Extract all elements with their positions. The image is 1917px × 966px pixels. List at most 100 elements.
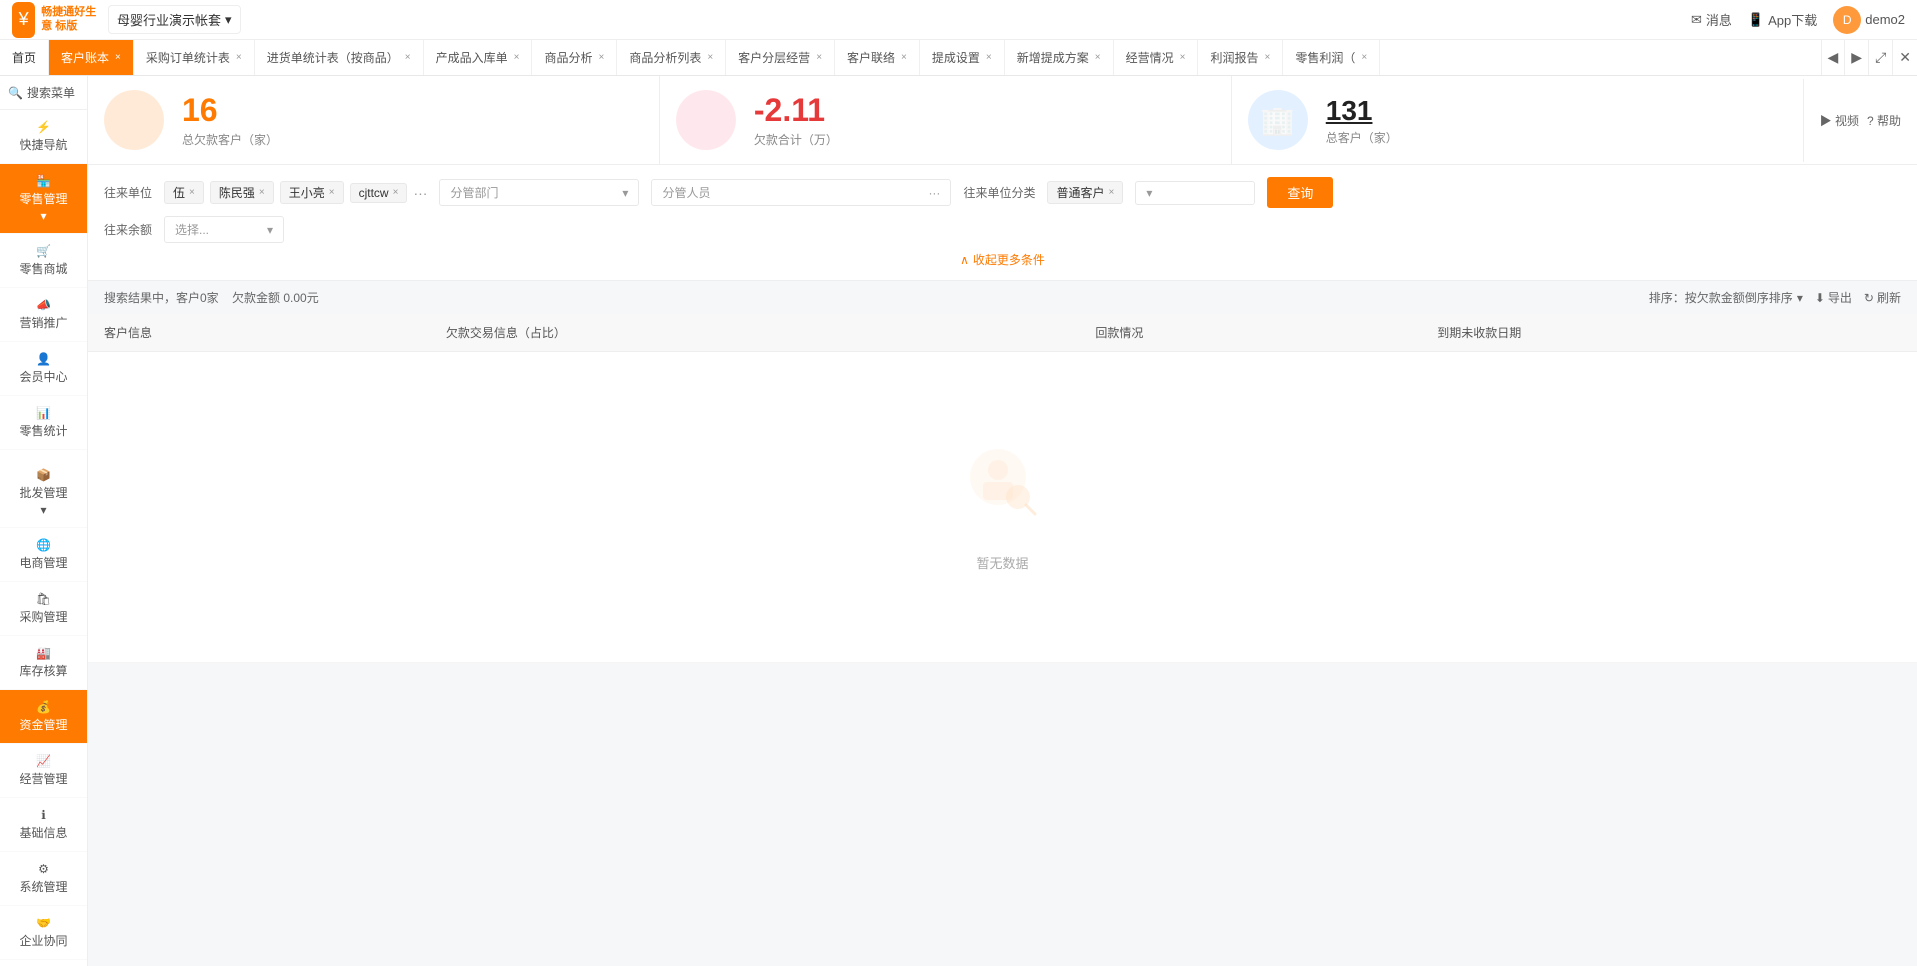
sidebar-item-operations-mgmt[interactable]: 📈 经营管理 [0, 744, 87, 798]
refresh-btn[interactable]: ↻ 刷新 [1864, 289, 1901, 306]
tab-retail-profit[interactable]: 零售利润（ × [1283, 40, 1380, 76]
close-icon[interactable]: × [986, 52, 992, 63]
nav-close-all-btn[interactable]: ✕ [1892, 40, 1917, 76]
messages-btn[interactable]: ✉ 消息 [1691, 10, 1732, 29]
operations-label: 经营情况 [1126, 49, 1174, 66]
filter-tag-wu[interactable]: 伍 × [164, 181, 204, 204]
tab-inbound-stats[interactable]: 进货单统计表（按商品） × [255, 40, 424, 76]
chevron-down-icon: ▾ [267, 223, 273, 237]
sidebar-item-ecommerce[interactable]: 🌐 电商管理 [0, 528, 87, 582]
retail-profit-label: 零售利润（ [1295, 49, 1355, 66]
close-icon[interactable]: × [816, 52, 822, 63]
query-btn[interactable]: 查询 [1267, 177, 1333, 208]
customer-book-label: 客户账本 [61, 49, 109, 66]
person-selector[interactable]: 分管人员 ··· [651, 179, 951, 206]
help-btn[interactable]: ? 帮助 [1867, 112, 1901, 129]
stat-number-total: 131 [1326, 95, 1398, 127]
sidebar-item-system[interactable]: ⚙ 系统管理 [0, 852, 87, 906]
close-icon[interactable]: × [1361, 52, 1367, 63]
sidebar-item-batch-mgmt[interactable]: 📦 批发管理 ▾ [0, 458, 87, 528]
tab-new-raise-plan[interactable]: 新增提成方案 × [1005, 40, 1114, 76]
tab-customer-contact[interactable]: 客户联络 × [835, 40, 920, 76]
stat-icon-total: 🏢 [1248, 90, 1308, 150]
tab-customer-book[interactable]: 客户账本 × [49, 40, 134, 76]
tab-product-inbound[interactable]: 产成品入库单 × [424, 40, 533, 76]
sidebar-item-enterprise-collab[interactable]: 🤝 企业协同 [0, 906, 87, 960]
more-tags-btn[interactable]: ··· [413, 185, 427, 201]
close-icon[interactable]: × [514, 52, 520, 63]
close-icon[interactable]: × [329, 187, 335, 198]
category-dropdown[interactable]: ▾ [1135, 181, 1255, 205]
close-icon[interactable]: × [1095, 52, 1101, 63]
store-selector[interactable]: 母婴行业演示帐套 ▾ [108, 5, 241, 34]
nav-next-btn[interactable]: ▶ [1844, 40, 1868, 76]
tab-purchase-stats[interactable]: 采购订单统计表 × [134, 40, 255, 76]
app-download-btn[interactable]: 📱 App下载 [1748, 10, 1817, 29]
sidebar-item-retail-mgmt[interactable]: 🏪 零售管理 ▾ [0, 164, 87, 234]
stat-icon-debt: ◇ [676, 90, 736, 150]
table-header-row: 客户信息 欠款交易信息（占比） 回款情况 到期未收款日期 [88, 314, 1917, 352]
close-icon[interactable]: × [189, 187, 195, 198]
close-icon[interactable]: × [598, 52, 604, 63]
close-icon[interactable]: × [1180, 52, 1186, 63]
sidebar-search[interactable]: 🔍 搜索菜单 [0, 76, 87, 110]
person-label: 分管人员 [662, 184, 710, 201]
filter-tag-chen[interactable]: 陈民强 × [210, 181, 274, 204]
close-icon[interactable]: × [1108, 187, 1114, 198]
tab-operations[interactable]: 经营情况 × [1114, 40, 1199, 76]
stat-card-customers: ¥ 16 总欠款客户（家） [88, 76, 660, 164]
close-icon[interactable]: × [236, 52, 242, 63]
export-btn[interactable]: ⬇ 导出 [1815, 289, 1852, 306]
tab-home[interactable]: 首页 [0, 40, 49, 76]
sidebar-item-label: 零售统计 [19, 422, 67, 439]
sidebar-item-member[interactable]: 👤 会员中心 [0, 342, 87, 396]
stat-icon-customers: ¥ [104, 90, 164, 150]
close-icon[interactable]: × [707, 52, 713, 63]
refresh-label: 刷新 [1877, 289, 1901, 306]
sidebar-item-marketing[interactable]: 📣 营销推广 [0, 288, 87, 342]
tab-raise-settings[interactable]: 提成设置 × [920, 40, 1005, 76]
sidebar-item-purchase[interactable]: 🛍 采购管理 [0, 582, 87, 636]
collapse-btn[interactable]: ∧ 收起更多条件 [104, 251, 1901, 268]
filter-tag-cjttcw[interactable]: cjttcw × [350, 183, 408, 203]
nav-prev-btn[interactable]: ◀ [1821, 40, 1845, 76]
filter-area: 往来单位 伍 × 陈民强 × 王小亮 × cjttcw [88, 165, 1917, 281]
goods-analysis-list-label: 商品分析列表 [629, 49, 701, 66]
sidebar-item-label: 库存核算 [19, 662, 67, 679]
main-layout: 🔍 搜索菜单 ⚡ 快捷导航 🏪 零售管理 ▾ 🛒 零售商城 📣 营销推广 👤 会… [0, 76, 1917, 966]
user-area[interactable]: D demo2 [1833, 6, 1905, 34]
empty-icon [963, 442, 1043, 541]
sidebar-item-basic-info[interactable]: ℹ 基础信息 [0, 798, 87, 852]
close-icon[interactable]: × [901, 52, 907, 63]
close-icon[interactable]: × [393, 187, 399, 198]
tab-customer-segment[interactable]: 客户分层经营 × [726, 40, 835, 76]
nav-tabs-bar: 首页 客户账本 × 采购订单统计表 × 进货单统计表（按商品） × 产成品入库单… [0, 40, 1917, 76]
col-customer-info: 客户信息 [88, 314, 430, 352]
balance-selector[interactable]: 选择... ▾ [164, 216, 284, 243]
logo-icon: ¥ [12, 2, 35, 38]
tab-goods-analysis-list[interactable]: 商品分析列表 × [617, 40, 726, 76]
sidebar-item-retail-stats[interactable]: 📊 零售统计 [0, 396, 87, 450]
profit-report-label: 利润报告 [1210, 49, 1258, 66]
nav-expand-btn[interactable]: ⤢ [1868, 40, 1892, 76]
close-icon[interactable]: × [405, 52, 411, 63]
tab-profit-report[interactable]: 利润报告 × [1198, 40, 1283, 76]
sort-selector[interactable]: 排序：按欠款金额倒序排序 ▾ [1649, 289, 1803, 306]
video-btn[interactable]: ▶ 视频 [1820, 112, 1859, 129]
sidebar-item-quick-nav[interactable]: ⚡ 快捷导航 [0, 110, 87, 164]
filter-tag-normal-customer[interactable]: 普通客户 × [1047, 181, 1123, 204]
filter-tag-wang[interactable]: 王小亮 × [280, 181, 344, 204]
sidebar-item-capital[interactable]: 💰 资金管理 [0, 690, 87, 744]
sidebar-item-label: 资金管理 [19, 716, 67, 733]
customer-segment-label: 客户分层经营 [738, 49, 810, 66]
sort-label: 排序：按欠款金额倒序排序 [1649, 289, 1793, 306]
sidebar-item-new-guide[interactable]: 🆕 新手引导 [0, 960, 87, 966]
sidebar-item-inventory[interactable]: 🏭 库存核算 [0, 636, 87, 690]
close-icon[interactable]: × [115, 52, 121, 63]
close-icon[interactable]: × [259, 187, 265, 198]
close-icon[interactable]: × [1264, 52, 1270, 63]
sidebar-item-retail-mall[interactable]: 🛒 零售商城 [0, 234, 87, 288]
dept-selector[interactable]: 分管部门 ▾ [439, 179, 639, 206]
stat-label-customers: 总欠款客户（家） [182, 131, 278, 148]
tab-goods-analysis[interactable]: 商品分析 × [532, 40, 617, 76]
